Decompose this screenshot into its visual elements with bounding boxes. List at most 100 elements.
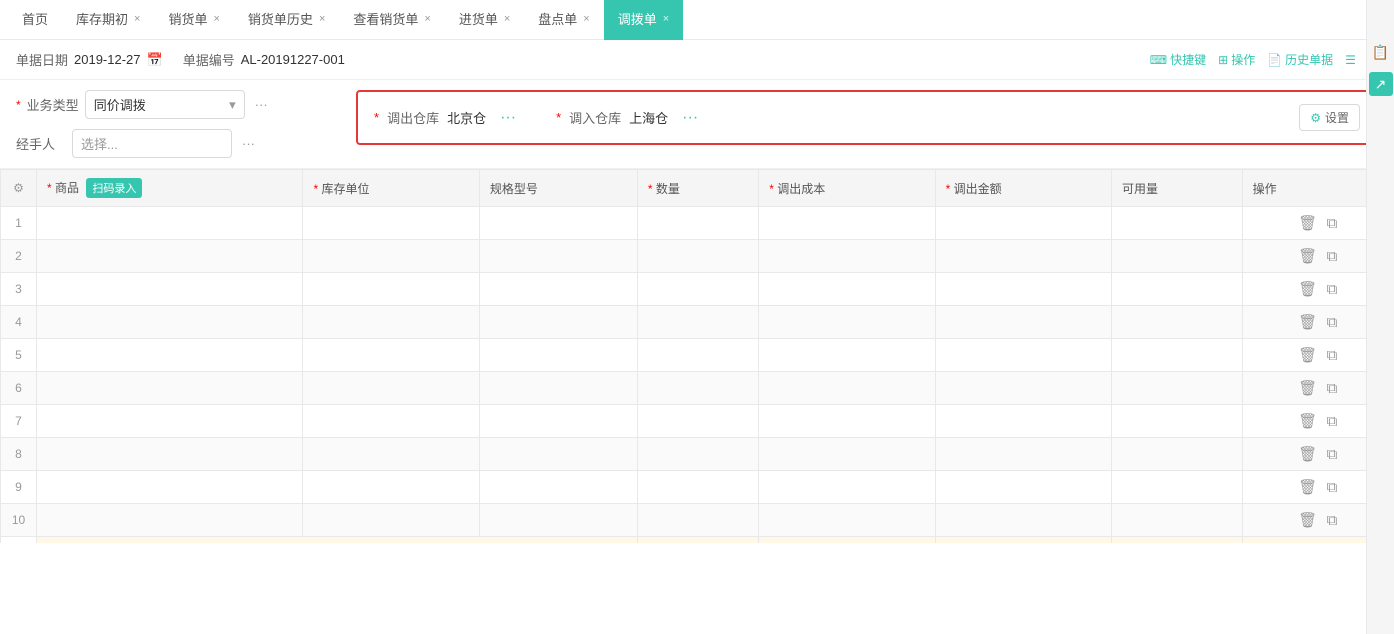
product-cell[interactable] [37,471,303,504]
amount-cell[interactable] [935,273,1111,306]
delete-row-icon[interactable]: 🗑 [1298,479,1317,496]
available-cell[interactable] [1112,471,1243,504]
product-cell[interactable] [37,240,303,273]
close-sales-order-icon[interactable]: × [213,13,219,25]
delete-row-icon[interactable]: 🗑 [1298,512,1317,529]
quantity-cell[interactable] [637,471,758,504]
tab-sales-order[interactable]: 销货单 × [154,0,233,40]
unit-cell[interactable] [303,372,479,405]
available-cell[interactable] [1112,306,1243,339]
product-cell[interactable] [37,273,303,306]
product-cell[interactable] [37,372,303,405]
amount-cell[interactable] [935,306,1111,339]
cost-cell[interactable] [759,438,935,471]
unit-cell[interactable] [303,339,479,372]
product-cell[interactable] [37,438,303,471]
quantity-cell[interactable] [637,438,758,471]
product-cell[interactable] [37,306,303,339]
available-cell[interactable] [1112,207,1243,240]
copy-row-icon[interactable]: ⧉ [1327,248,1338,265]
cost-cell[interactable] [759,273,935,306]
cost-cell[interactable] [759,504,935,537]
quantity-cell[interactable] [637,339,758,372]
close-inventory-check-icon[interactable]: × [583,13,589,25]
product-cell[interactable] [37,339,303,372]
delete-row-icon[interactable]: 🗑 [1298,446,1317,463]
tab-purchase[interactable]: 进货单 × [445,0,524,40]
operate-action[interactable]: ⊞ 操作 [1218,51,1255,68]
cost-cell[interactable] [759,372,935,405]
product-cell[interactable] [37,504,303,537]
tab-transfer[interactable]: 调拨单 × [604,0,683,40]
available-cell[interactable] [1112,405,1243,438]
available-cell[interactable] [1112,504,1243,537]
cost-cell[interactable] [759,207,935,240]
spec-cell[interactable] [479,339,637,372]
spec-cell[interactable] [479,240,637,273]
delete-row-icon[interactable]: 🗑 [1298,347,1317,364]
close-inventory-init-icon[interactable]: × [134,13,140,25]
tab-view-sales[interactable]: 查看销货单 × [339,0,444,40]
calendar-icon[interactable]: 📅 [147,52,163,68]
spec-cell[interactable] [479,405,637,438]
quantity-cell[interactable] [637,306,758,339]
copy-row-icon[interactable]: ⧉ [1327,347,1338,364]
copy-row-icon[interactable]: ⧉ [1327,215,1338,232]
quantity-cell[interactable] [637,405,758,438]
delete-row-icon[interactable]: 🗑 [1298,281,1317,298]
unit-cell[interactable] [303,504,479,537]
close-sales-history-icon[interactable]: × [319,13,325,25]
unit-cell[interactable] [303,306,479,339]
available-cell[interactable] [1112,273,1243,306]
amount-cell[interactable] [935,372,1111,405]
copy-row-icon[interactable]: ⧉ [1327,380,1338,397]
available-cell[interactable] [1112,339,1243,372]
amount-cell[interactable] [935,405,1111,438]
sidebar-doc-icon[interactable]: 📋 [1369,40,1393,64]
quantity-cell[interactable] [637,273,758,306]
tab-home[interactable]: 首页 [8,0,62,40]
product-cell[interactable] [37,405,303,438]
warehouse-out-more-icon[interactable]: ··· [500,109,516,127]
business-type-select[interactable]: 同价调拨 ▾ [85,90,245,119]
amount-cell[interactable] [935,339,1111,372]
tab-sales-history[interactable]: 销货单历史 × [234,0,339,40]
delete-row-icon[interactable]: 🗑 [1298,215,1317,232]
unit-cell[interactable] [303,438,479,471]
shortcut-action[interactable]: ⌨ 快捷键 [1150,51,1206,68]
delete-row-icon[interactable]: 🗑 [1298,413,1317,430]
unit-cell[interactable] [303,207,479,240]
history-action[interactable]: 📄 历史单据 [1267,51,1333,68]
spec-cell[interactable] [479,207,637,240]
cost-cell[interactable] [759,339,935,372]
spec-cell[interactable] [479,372,637,405]
product-cell[interactable] [37,207,303,240]
amount-cell[interactable] [935,207,1111,240]
close-transfer-icon[interactable]: × [663,13,669,25]
quantity-cell[interactable] [637,372,758,405]
copy-row-icon[interactable]: ⧉ [1327,281,1338,298]
cost-cell[interactable] [759,405,935,438]
warehouse-in-more-icon[interactable]: ··· [682,109,698,127]
cost-cell[interactable] [759,240,935,273]
table-settings-icon[interactable]: ⚙ [13,181,24,195]
copy-row-icon[interactable]: ⧉ [1327,479,1338,496]
quantity-cell[interactable] [637,207,758,240]
spec-cell[interactable] [479,438,637,471]
tab-inventory-check[interactable]: 盘点单 × [524,0,603,40]
unit-cell[interactable] [303,471,479,504]
cost-cell[interactable] [759,471,935,504]
person-select[interactable]: 选择... [72,129,232,158]
available-cell[interactable] [1112,372,1243,405]
amount-cell[interactable] [935,240,1111,273]
amount-cell[interactable] [935,504,1111,537]
copy-row-icon[interactable]: ⧉ [1327,446,1338,463]
quantity-cell[interactable] [637,504,758,537]
copy-row-icon[interactable]: ⧉ [1327,512,1338,529]
settings-button[interactable]: ⚙ 设置 [1299,104,1360,131]
delete-row-icon[interactable]: 🗑 [1298,380,1317,397]
business-type-more-icon[interactable]: ··· [255,97,268,112]
spec-cell[interactable] [479,306,637,339]
unit-cell[interactable] [303,405,479,438]
tab-inventory-init[interactable]: 库存期初 × [62,0,154,40]
